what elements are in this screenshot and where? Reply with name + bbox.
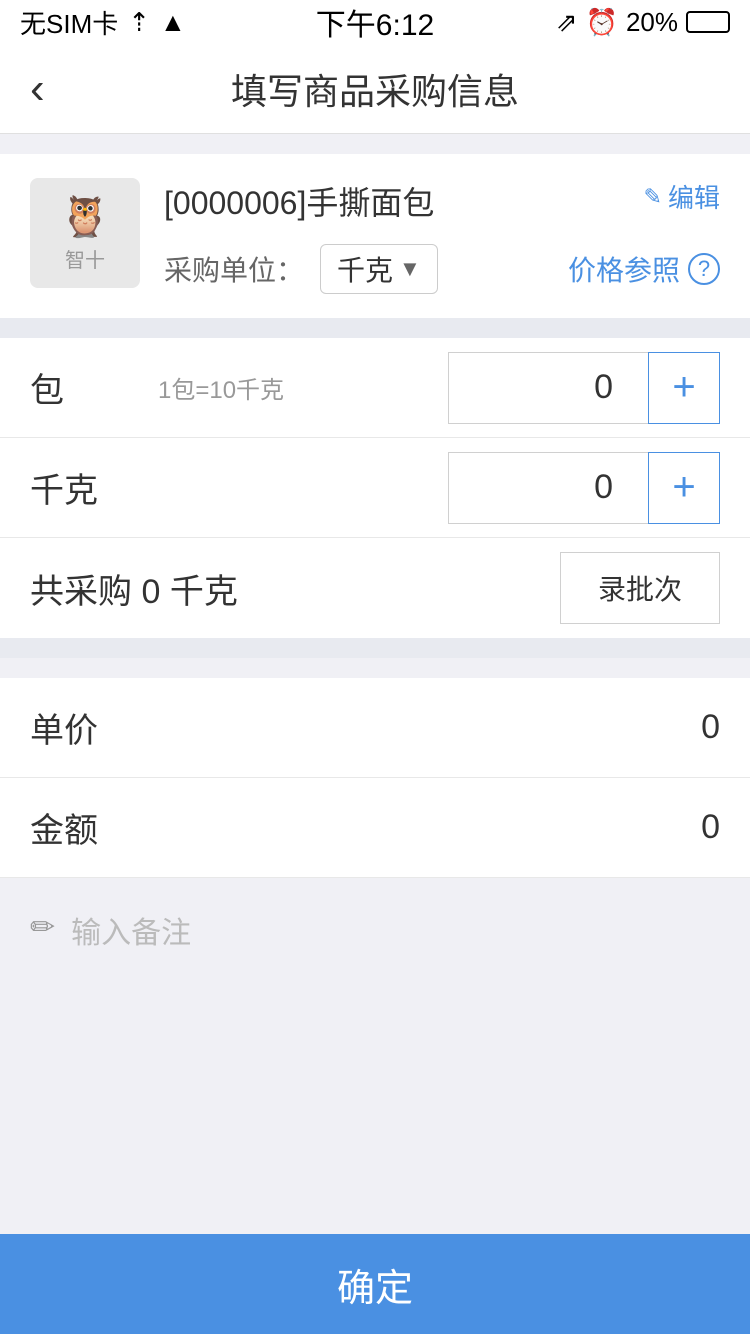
edit-button[interactable]: ✎ 编辑 bbox=[644, 178, 720, 215]
product-thumb-owl: 🦉 bbox=[60, 193, 110, 240]
product-thumbnail: 🦉 智十 bbox=[30, 178, 140, 288]
page-title: 填写商品采购信息 bbox=[231, 63, 519, 115]
back-button[interactable]: ‹ bbox=[30, 54, 65, 124]
kg-input-section: 千克 + bbox=[0, 438, 750, 538]
alarm-icon: ⏰ bbox=[586, 7, 618, 38]
amount-value: 0 bbox=[701, 808, 720, 847]
bao-label: 包 bbox=[30, 363, 150, 412]
product-name: [0000006]手撕面包 bbox=[164, 178, 720, 224]
signal-icon: ▲ bbox=[160, 7, 186, 38]
section-divider-2 bbox=[0, 638, 750, 658]
battery-icon bbox=[686, 11, 730, 33]
carrier-text: 无SIM卡 bbox=[20, 4, 118, 41]
batch-button[interactable]: 录批次 bbox=[560, 552, 720, 624]
price-ref-button[interactable]: 价格参照 ? bbox=[568, 249, 720, 289]
unit-label: 采购单位： bbox=[164, 249, 304, 289]
unit-price-row: 单价 0 bbox=[0, 678, 750, 778]
kg-plus-button[interactable]: + bbox=[648, 452, 720, 524]
bao-input-section: 包 1包=10千克 + bbox=[0, 338, 750, 438]
kg-input-row: 千克 + bbox=[0, 438, 750, 538]
unit-price-value: 0 bbox=[701, 708, 720, 747]
product-thumb-label: 智十 bbox=[65, 244, 105, 273]
status-bar: 无SIM卡 ⇡ ▲ 下午6:12 ⇗ ⏰ 20% bbox=[0, 0, 750, 44]
unit-price-label: 单价 bbox=[30, 703, 98, 752]
bao-field-wrap: + bbox=[448, 352, 720, 424]
status-right: ⇗ ⏰ 20% bbox=[556, 7, 730, 38]
amount-row: 金额 0 bbox=[0, 778, 750, 878]
notes-section[interactable]: ✏ 输入备注 bbox=[0, 878, 750, 998]
amount-label: 金额 bbox=[30, 803, 98, 852]
bao-input-row: 包 1包=10千克 + bbox=[0, 338, 750, 438]
product-info: [0000006]手撕面包 采购单位： 千克 ▼ 价格参照 ? bbox=[164, 178, 720, 294]
battery-percent: 20% bbox=[626, 7, 678, 38]
edit-icon: ✎ bbox=[644, 184, 662, 210]
price-ref-label: 价格参照 bbox=[568, 249, 680, 289]
total-label: 共采购 0 千克 bbox=[30, 564, 238, 613]
product-card: 🦉 智十 [0000006]手撕面包 采购单位： 千克 ▼ 价格参照 ? ✎ 编… bbox=[0, 154, 750, 318]
price-ref-help-icon: ? bbox=[688, 253, 720, 285]
notes-placeholder: 输入备注 bbox=[71, 908, 191, 952]
unit-select[interactable]: 千克 ▼ bbox=[320, 244, 438, 294]
location-icon: ⇗ bbox=[556, 7, 578, 38]
bao-input[interactable] bbox=[448, 352, 648, 424]
status-left: 无SIM卡 ⇡ ▲ bbox=[20, 4, 186, 41]
status-time: 下午6:12 bbox=[316, 0, 434, 44]
bao-plus-button[interactable]: + bbox=[648, 352, 720, 424]
total-row: 共采购 0 千克 录批次 bbox=[0, 538, 750, 638]
confirm-button[interactable]: 确定 bbox=[0, 1234, 750, 1334]
kg-input[interactable] bbox=[448, 452, 648, 524]
unit-dropdown-arrow: ▼ bbox=[399, 256, 421, 282]
kg-label: 千克 bbox=[30, 463, 150, 512]
info-section: 单价 0 金额 0 bbox=[0, 678, 750, 878]
wifi-icon: ⇡ bbox=[128, 7, 150, 38]
kg-field-wrap: + bbox=[448, 452, 720, 524]
unit-value: 千克 bbox=[337, 249, 393, 289]
notes-pencil-icon: ✏ bbox=[30, 910, 55, 945]
product-unit-row: 采购单位： 千克 ▼ 价格参照 ? bbox=[164, 244, 720, 294]
section-divider-1 bbox=[0, 318, 750, 338]
bao-sublabel: 1包=10千克 bbox=[158, 370, 284, 405]
edit-label: 编辑 bbox=[668, 178, 720, 215]
nav-bar: ‹ 填写商品采购信息 bbox=[0, 44, 750, 134]
